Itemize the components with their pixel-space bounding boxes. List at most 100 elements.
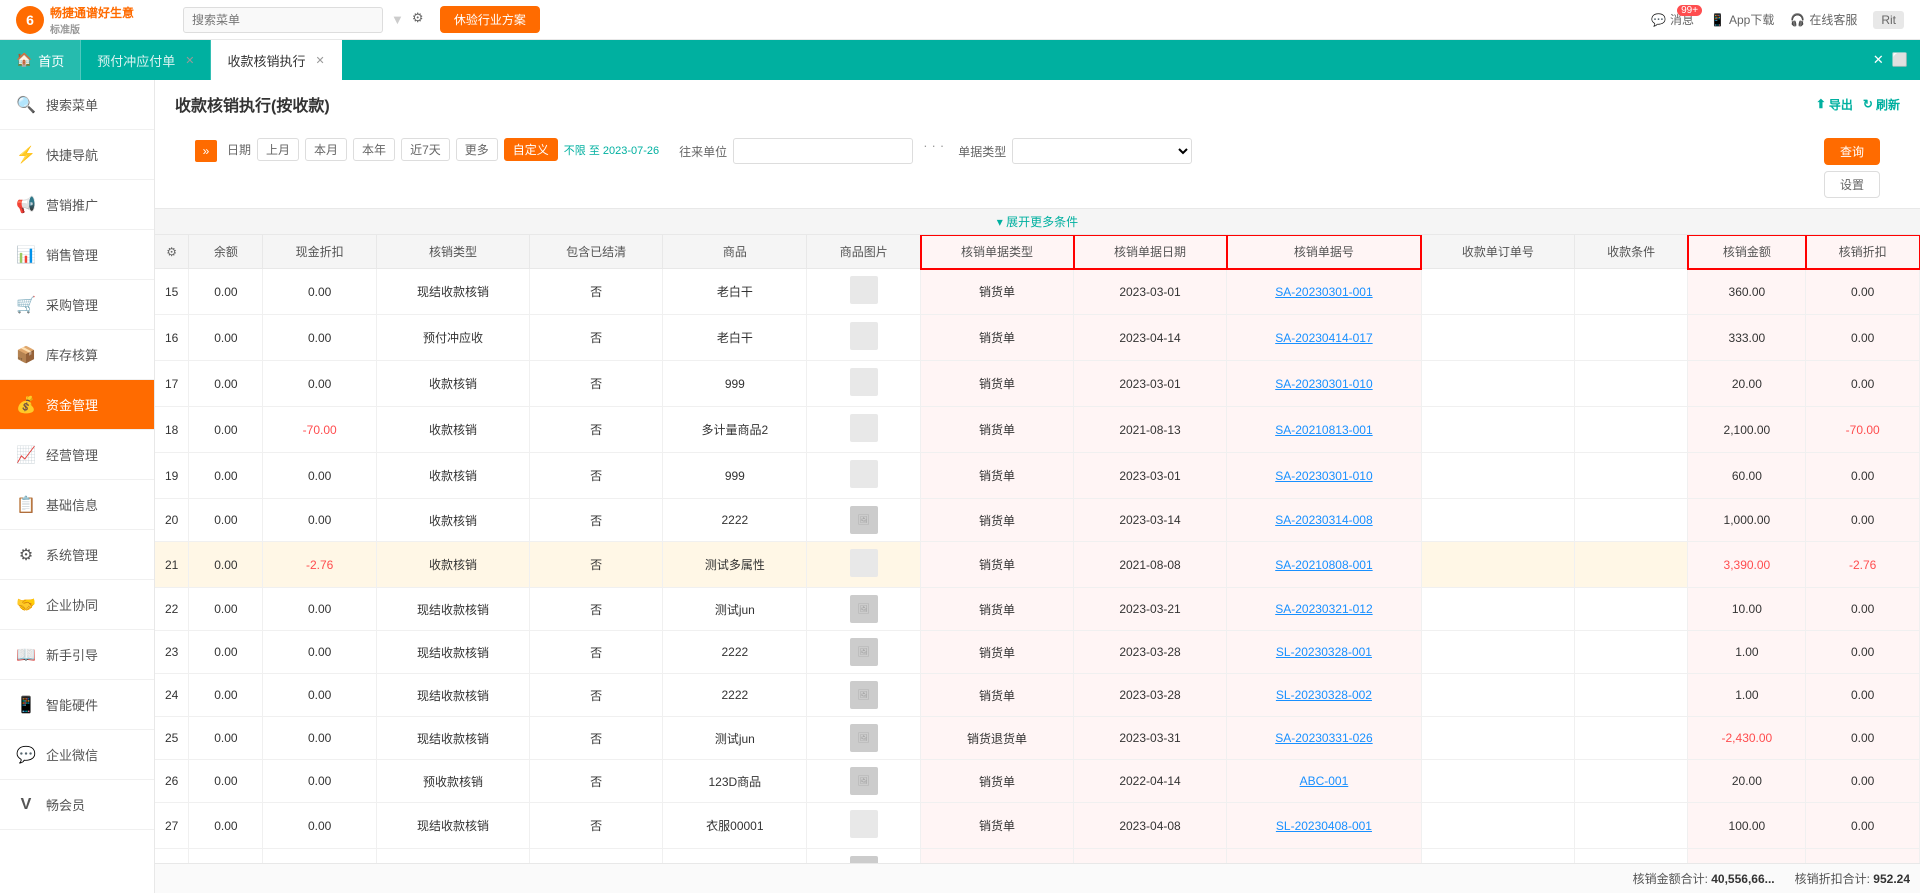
bill-no-link[interactable]: SA-20230301-001 — [1275, 285, 1372, 299]
date-custom[interactable]: 自定义 — [504, 138, 558, 161]
sidebar-item-sales[interactable]: 📊 销售管理 — [0, 230, 154, 280]
date-last-7days[interactable]: 近7天 — [401, 138, 450, 161]
sidebar-item-system[interactable]: ⚙ 系统管理 — [0, 530, 154, 580]
cell-write-off-type: 现结收款核销 — [376, 588, 529, 631]
bill-no-link[interactable]: SA-20230331-026 — [1275, 731, 1372, 745]
date-this-year[interactable]: 本年 — [353, 138, 395, 161]
cell-receipt-condition — [1574, 361, 1688, 407]
tab-prepay-close[interactable]: ✕ — [185, 54, 194, 67]
expand-more-bar[interactable]: ▾ 展开更多条件 — [155, 209, 1920, 235]
setting-btn[interactable]: 设置 — [1824, 171, 1880, 198]
col-write-off-discount: 核销折扣 — [1806, 235, 1920, 269]
sidebar-item-basic[interactable]: 📋 基础信息 — [0, 480, 154, 530]
col-write-off-type: 核销类型 — [376, 235, 529, 269]
date-this-month[interactable]: 本月 — [305, 138, 347, 161]
bill-no-link[interactable]: SL-20230408-001 — [1276, 819, 1372, 833]
tab-home[interactable]: 🏠 首页 — [0, 40, 81, 80]
tab-prepay[interactable]: 预付冲应付单 ✕ — [81, 40, 211, 80]
cell-product-image — [807, 315, 921, 361]
tab-write-off-close[interactable]: ✕ — [315, 54, 324, 67]
sidebar-item-member[interactable]: V 畅会员 — [0, 780, 154, 830]
cell-bill-no[interactable]: SA-20230414-017 — [1227, 315, 1422, 361]
maximize-btn[interactable]: ⬜ — [1892, 52, 1908, 68]
cell-bill-type: 销货单 — [921, 361, 1074, 407]
cell-bill-no[interactable]: SA-20230301-001 — [1227, 269, 1422, 315]
logo-sub: 标准版 — [50, 21, 134, 36]
cell-include-settled: 否 — [529, 803, 662, 849]
page-title-row: 收款核销执行(按收款) ⬆ 导出 ↻ 刷新 — [175, 92, 1900, 116]
cell-product: 测试jun — [663, 717, 807, 760]
bill-no-link[interactable]: SL-20230328-001 — [1276, 645, 1372, 659]
bill-no-link[interactable]: SA-20230301-010 — [1275, 377, 1372, 391]
bill-no-link[interactable]: SA-20230301-010 — [1275, 469, 1372, 483]
app-download-btn[interactable]: 📱 App下载 — [1710, 11, 1774, 28]
query-btn[interactable]: 查询 — [1824, 138, 1880, 165]
top-bar: 6 畅捷通谱好生意 标准版 ▼ ⚙ 休验行业方案 💬 消息 99+ 📱 App下… — [0, 0, 1920, 40]
cell-bill-no[interactable]: SA-20230314-008 — [1227, 499, 1422, 542]
bill-no-link[interactable]: SA-20230314-008 — [1275, 513, 1372, 527]
cell-bill-no[interactable]: ABC-001 — [1227, 760, 1422, 803]
quicknav-icon: ⚡ — [16, 145, 36, 165]
counterpart-input[interactable] — [733, 138, 913, 164]
bill-no-link[interactable]: SA-20210813-001 — [1275, 423, 1372, 437]
purchase-icon: 🛒 — [16, 295, 36, 315]
table-container[interactable]: ⚙ 余额 现金折扣 核销类型 包含已结清 商品 商品图片 核销单据类型 核销单据… — [155, 235, 1920, 863]
online-service-btn[interactable]: 🎧 在线客服 — [1790, 11, 1857, 28]
sidebar-item-operations[interactable]: 📈 经营管理 — [0, 430, 154, 480]
date-last-month[interactable]: 上月 — [257, 138, 299, 161]
cell-cash-discount: 0.00 — [263, 588, 377, 631]
cell-bill-no[interactable]: SA-20230331-026 — [1227, 717, 1422, 760]
bill-no-link[interactable]: ABC-001 — [1300, 774, 1349, 788]
gear-icon[interactable]: ⚙ — [412, 10, 432, 30]
cell-balance: 0.00 — [189, 499, 263, 542]
tab-write-off[interactable]: 收款核销执行 ✕ — [211, 40, 341, 80]
sidebar-item-marketing[interactable]: 📢 营销推广 — [0, 180, 154, 230]
nav-tabs: 🏠 首页 预付冲应付单 ✕ 收款核销执行 ✕ ✕ ⬜ — [0, 40, 1920, 80]
counterpart-label: 往来单位 — [679, 143, 727, 160]
filter-expand-arrow[interactable]: » — [195, 140, 217, 162]
cell-bill-date: 2023-03-21 — [1074, 588, 1227, 631]
date-more[interactable]: 更多 — [456, 138, 498, 161]
message-btn[interactable]: 💬 消息 99+ — [1651, 11, 1694, 28]
user-avatar[interactable]: Rit — [1873, 11, 1904, 29]
close-window-btn[interactable]: ✕ — [1873, 52, 1884, 68]
top-search-input[interactable] — [183, 7, 383, 33]
cell-bill-no[interactable]: SA-20210813-001 — [1227, 407, 1422, 453]
cell-bill-no[interactable]: SL-20230418-001 — [1227, 849, 1422, 864]
col-settings[interactable]: ⚙ — [155, 235, 189, 269]
bill-no-link[interactable]: SL-20230328-002 — [1276, 688, 1372, 702]
cell-bill-no[interactable]: SA-20230321-012 — [1227, 588, 1422, 631]
sidebar-item-purchase[interactable]: 🛒 采购管理 — [0, 280, 154, 330]
cell-bill-no[interactable]: SL-20230328-001 — [1227, 631, 1422, 674]
sidebar-item-inventory[interactable]: 📦 库存核算 — [0, 330, 154, 380]
cell-bill-no[interactable]: SL-20230408-001 — [1227, 803, 1422, 849]
cell-write-off-amount: 60.00 — [1688, 453, 1806, 499]
cell-bill-no[interactable]: SA-20230301-010 — [1227, 361, 1422, 407]
content-header: 收款核销执行(按收款) ⬆ 导出 ↻ 刷新 » — [155, 80, 1920, 209]
sidebar-item-guide[interactable]: 📖 新手引导 — [0, 630, 154, 680]
refresh-btn[interactable]: ↻ 刷新 — [1863, 96, 1900, 113]
sidebar-item-wechat[interactable]: 💬 企业微信 — [0, 730, 154, 780]
sidebar-item-hardware[interactable]: 📱 智能硬件 — [0, 680, 154, 730]
cell-cash-discount: 0.00 — [263, 760, 377, 803]
cell-include-settled: 否 — [529, 315, 662, 361]
bill-no-link[interactable]: SA-20210808-001 — [1275, 558, 1372, 572]
cell-receipt-condition — [1574, 542, 1688, 588]
industry-btn[interactable]: 休验行业方案 — [440, 6, 540, 33]
cell-product: 测试多属性 — [663, 542, 807, 588]
cell-bill-no[interactable]: SA-20210808-001 — [1227, 542, 1422, 588]
bill-no-link[interactable]: SA-20230414-017 — [1275, 331, 1372, 345]
export-btn[interactable]: ⬆ 导出 — [1816, 96, 1853, 113]
cell-bill-date: 2021-08-13 — [1074, 407, 1227, 453]
receipt-type-select[interactable] — [1012, 138, 1192, 164]
cell-rownum: 23 — [155, 631, 189, 674]
sidebar-item-search[interactable]: 🔍 搜索菜单 — [0, 80, 154, 130]
sidebar-item-quicknav[interactable]: ⚡ 快捷导航 — [0, 130, 154, 180]
product-image: 🖼 — [850, 506, 878, 534]
cell-bill-no[interactable]: SA-20230301-010 — [1227, 453, 1422, 499]
cell-bill-no[interactable]: SL-20230328-002 — [1227, 674, 1422, 717]
sidebar-item-finance[interactable]: 💰 资金管理 — [0, 380, 154, 430]
bill-no-link[interactable]: SA-20230321-012 — [1275, 602, 1372, 616]
sidebar-item-collab[interactable]: 🤝 企业协同 — [0, 580, 154, 630]
cell-receipt-condition — [1574, 760, 1688, 803]
